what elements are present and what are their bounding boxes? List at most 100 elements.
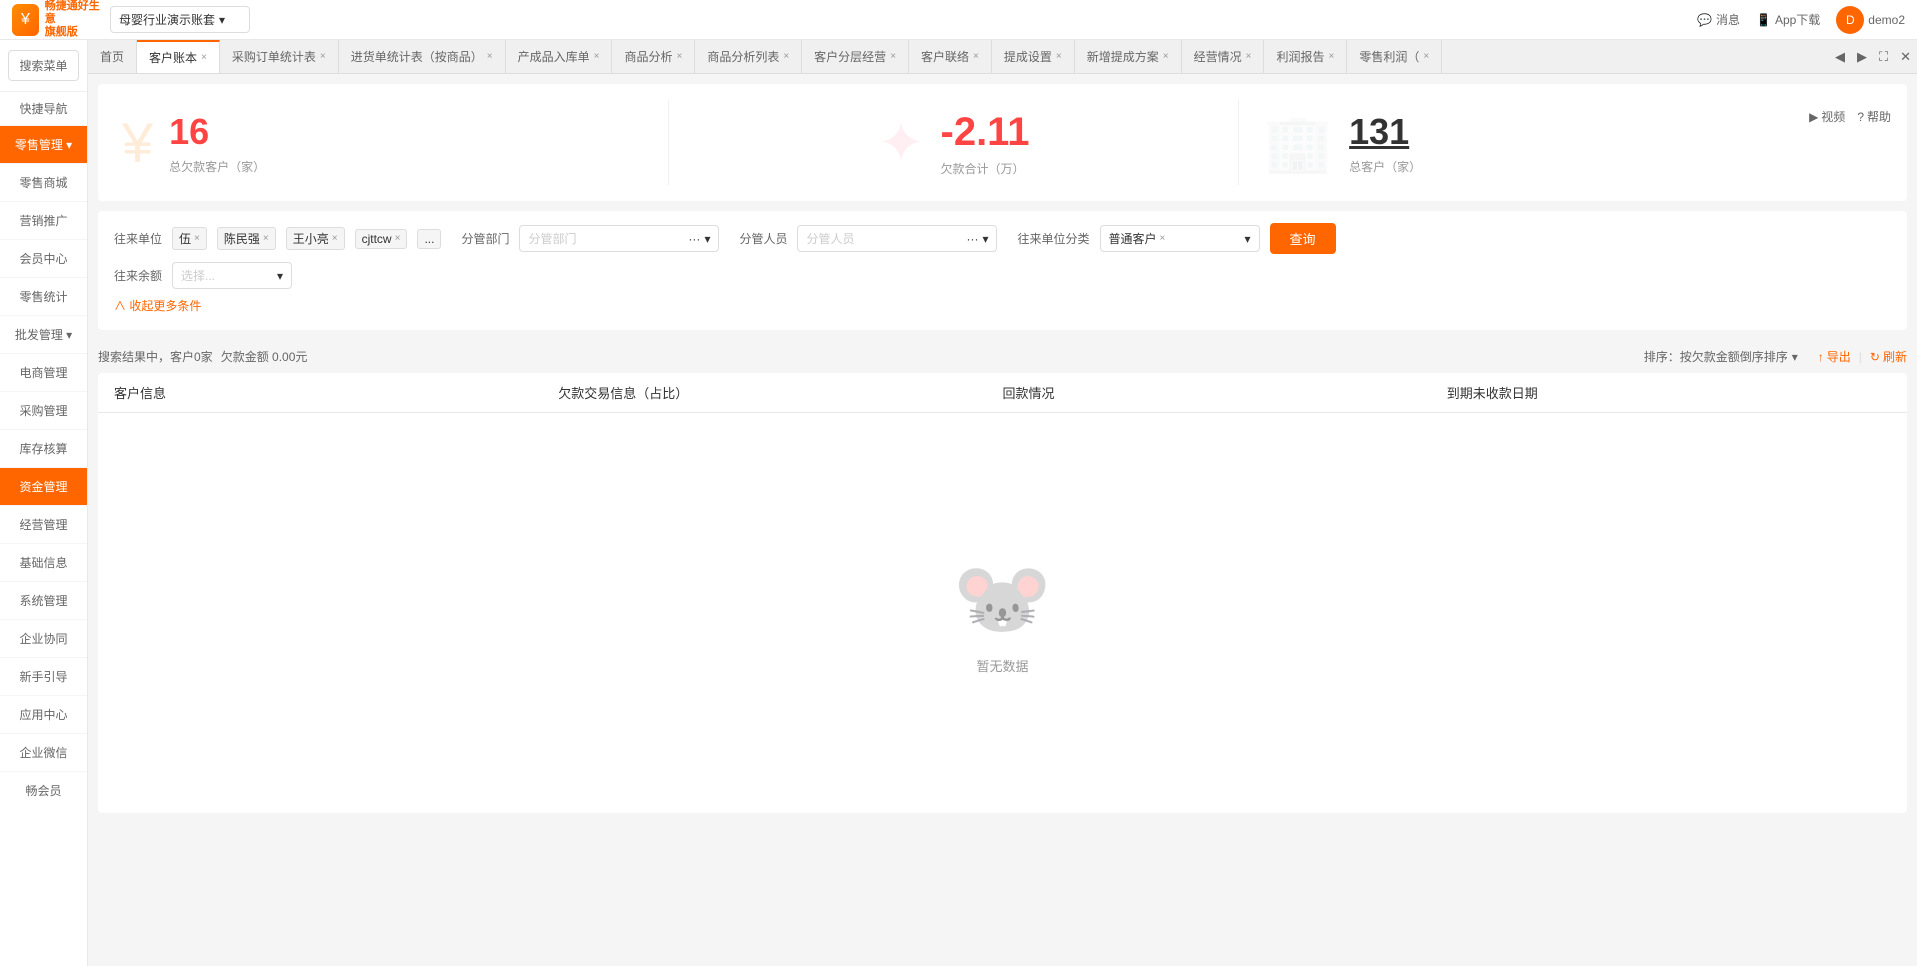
tab-home[interactable]: 首页: [88, 40, 137, 73]
content-area: 首页 客户账本 采购订单统计表 进货单统计表（按商品） 产成品入库单 商品分析: [88, 40, 1917, 966]
enterprise-selector[interactable]: 母婴行业演示账套: [110, 6, 250, 33]
tab-retail-profit[interactable]: 零售利润（: [1347, 40, 1442, 73]
quick-nav-btn[interactable]: 快捷导航: [0, 91, 87, 125]
refresh-btn[interactable]: ↻ 刷新: [1870, 348, 1907, 365]
top-bar: ¥ 畅捷通好生意 旗舰版 母婴行业演示账套 💬 消息 📱 App下载 D dem…: [0, 0, 1917, 40]
tab-close-analysis-list[interactable]: [783, 51, 789, 62]
tab-customer-contact[interactable]: 客户联络: [909, 40, 992, 73]
empty-icon: 🐭: [953, 552, 1053, 646]
tab-prev-btn[interactable]: ◀: [1829, 40, 1851, 73]
remove-tag-cjttcw[interactable]: [395, 233, 401, 244]
sidebar-item-capital[interactable]: 资金管理: [0, 467, 87, 505]
export-btn[interactable]: ↑ 导出: [1818, 348, 1851, 365]
logo-text: 畅捷通好生意 旗舰版: [45, 0, 100, 39]
sidebar-item-retail-mgmt[interactable]: 零售管理 ▾: [0, 125, 87, 163]
tab-product-analysis-list[interactable]: 商品分析列表: [695, 40, 802, 73]
stat-value-customers: 16: [169, 110, 265, 153]
app-download-btn[interactable]: 📱 App下载: [1756, 11, 1820, 28]
result-summary: 搜索结果中，客户0家: [98, 348, 213, 365]
tab-close-instock[interactable]: [594, 51, 600, 62]
sidebar-item-vip[interactable]: 畅会员: [0, 771, 87, 809]
tab-close-retail-profit[interactable]: [1423, 51, 1429, 62]
tab-close-profit[interactable]: [1328, 51, 1334, 62]
person-select[interactable]: 分管人员 ···: [797, 225, 997, 252]
tab-product-analysis[interactable]: 商品分析: [612, 40, 695, 73]
sidebar-item-retail-mall[interactable]: 零售商城: [0, 163, 87, 201]
sidebar-item-inventory[interactable]: 库存核算: [0, 429, 87, 467]
col-due-date: 到期未收款日期: [1447, 383, 1891, 402]
remove-tag-chen[interactable]: [263, 233, 269, 244]
filter-tag-wang: 王小亮: [286, 227, 345, 250]
tab-new-reminder-plan[interactable]: 新增提成方案: [1075, 40, 1182, 73]
unit-class-label: 往来单位分类: [1017, 230, 1089, 247]
message-btn[interactable]: 💬 消息: [1697, 11, 1740, 28]
remove-tag-wu[interactable]: [194, 233, 200, 244]
video-btn[interactable]: ▶ 视频: [1809, 108, 1845, 125]
stat-card-customers: ¥ 16 总欠款客户（家）: [98, 100, 669, 185]
remove-tag-wang[interactable]: [332, 233, 338, 244]
sort-chevron-icon[interactable]: [1792, 350, 1798, 364]
collapse-btn[interactable]: ∧ 收起更多条件: [114, 297, 1891, 314]
tab-close-analysis[interactable]: [676, 51, 682, 62]
tab-close-customer-account[interactable]: [201, 52, 207, 63]
sidebar-item-member[interactable]: 会员中心: [0, 239, 87, 277]
logo-area: ¥ 畅捷通好生意 旗舰版: [12, 0, 100, 39]
tab-customer-account[interactable]: 客户账本: [137, 40, 220, 73]
sidebar-item-basic-info[interactable]: 基础信息: [0, 543, 87, 581]
help-btn[interactable]: ? 帮助: [1857, 108, 1891, 125]
tab-customer-tier[interactable]: 客户分层经营: [802, 40, 909, 73]
sidebar-item-enterprise-collab[interactable]: 企业协同: [0, 619, 87, 657]
filter-row-1: 往来单位 伍 陈民强 王小亮 cjttcw: [114, 223, 1891, 254]
tab-operations-status[interactable]: 经营情况: [1182, 40, 1265, 73]
stats-row: ¥ 16 总欠款客户（家） ✦ -2.11 欠款合计（万） 🏢: [98, 84, 1907, 201]
filter-tag-wu: 伍: [172, 227, 207, 250]
btn-divider: |: [1859, 350, 1862, 364]
unit-label: 往来单位: [114, 230, 162, 247]
enterprise-name: 母婴行业演示账套: [119, 11, 215, 28]
col-repayment: 回款情况: [1003, 383, 1447, 402]
tab-close-tier[interactable]: [890, 51, 896, 62]
result-amount: 欠款金额 0.00元: [221, 348, 308, 365]
tab-close-purchase[interactable]: [320, 51, 326, 62]
sidebar-item-wholesale[interactable]: 批发管理 ▾: [0, 315, 87, 353]
tab-profit-report[interactable]: 利润报告: [1264, 40, 1347, 73]
user-avatar-btn[interactable]: D demo2: [1836, 6, 1905, 34]
tab-close-all-btn[interactable]: ✕: [1894, 40, 1917, 73]
tab-stock-stats[interactable]: 进货单统计表（按商品）: [339, 40, 506, 73]
tab-reminder-settings[interactable]: 提成设置: [992, 40, 1075, 73]
sidebar-item-enterprise-wechat[interactable]: 企业微信: [0, 733, 87, 771]
sidebar-item-app-center[interactable]: 应用中心: [0, 695, 87, 733]
tab-close-reminder[interactable]: [1056, 51, 1062, 62]
tab-purchase-order-stats[interactable]: 采购订单统计表: [220, 40, 339, 73]
tab-close-stock[interactable]: [487, 51, 493, 62]
sort-label: 排序：按欠款金额倒序排序: [1644, 348, 1788, 365]
filter-area: 往来单位 伍 陈民强 王小亮 cjttcw: [98, 211, 1907, 330]
tab-maximize-btn[interactable]: ⛶: [1873, 40, 1894, 73]
remove-unit-class[interactable]: [1160, 233, 1166, 244]
filter-row-2: 往来余额 选择...: [114, 262, 1891, 289]
tab-next-btn[interactable]: ▶: [1851, 40, 1873, 73]
top-right-actions: 💬 消息 📱 App下载 D demo2: [1697, 6, 1905, 34]
tab-close-contact[interactable]: [973, 51, 979, 62]
search-btn[interactable]: 查询: [1270, 223, 1336, 254]
collapse-area: ∧ 收起更多条件: [114, 297, 1891, 314]
filter-tag-more[interactable]: ...: [417, 229, 441, 249]
tab-close-plan[interactable]: [1163, 51, 1169, 62]
sidebar-item-operations[interactable]: 经营管理: [0, 505, 87, 543]
tab-bar-end: ◀ ▶ ⛶ ✕: [1829, 40, 1917, 73]
search-menu-btn[interactable]: 搜索菜单: [8, 50, 79, 81]
sidebar-item-purchase[interactable]: 采购管理: [0, 391, 87, 429]
balance-select[interactable]: 选择...: [172, 262, 292, 289]
dept-select[interactable]: 分管部门 ···: [519, 225, 719, 252]
sidebar-item-retail-stats[interactable]: 零售统计: [0, 277, 87, 315]
sidebar-item-ecommerce[interactable]: 电商管理: [0, 353, 87, 391]
empty-state: 🐭 暂无数据: [893, 492, 1113, 735]
help-icon: ?: [1857, 110, 1864, 124]
sidebar-item-system[interactable]: 系统管理: [0, 581, 87, 619]
tab-close-ops[interactable]: [1246, 51, 1252, 62]
stat-icon-amount: ✦: [878, 110, 925, 176]
unit-class-select[interactable]: 普通客户: [1100, 225, 1260, 252]
sidebar-item-marketing[interactable]: 营销推广: [0, 201, 87, 239]
sidebar-item-new-guide[interactable]: 新手引导: [0, 657, 87, 695]
tab-product-instock[interactable]: 产成品入库单: [506, 40, 613, 73]
